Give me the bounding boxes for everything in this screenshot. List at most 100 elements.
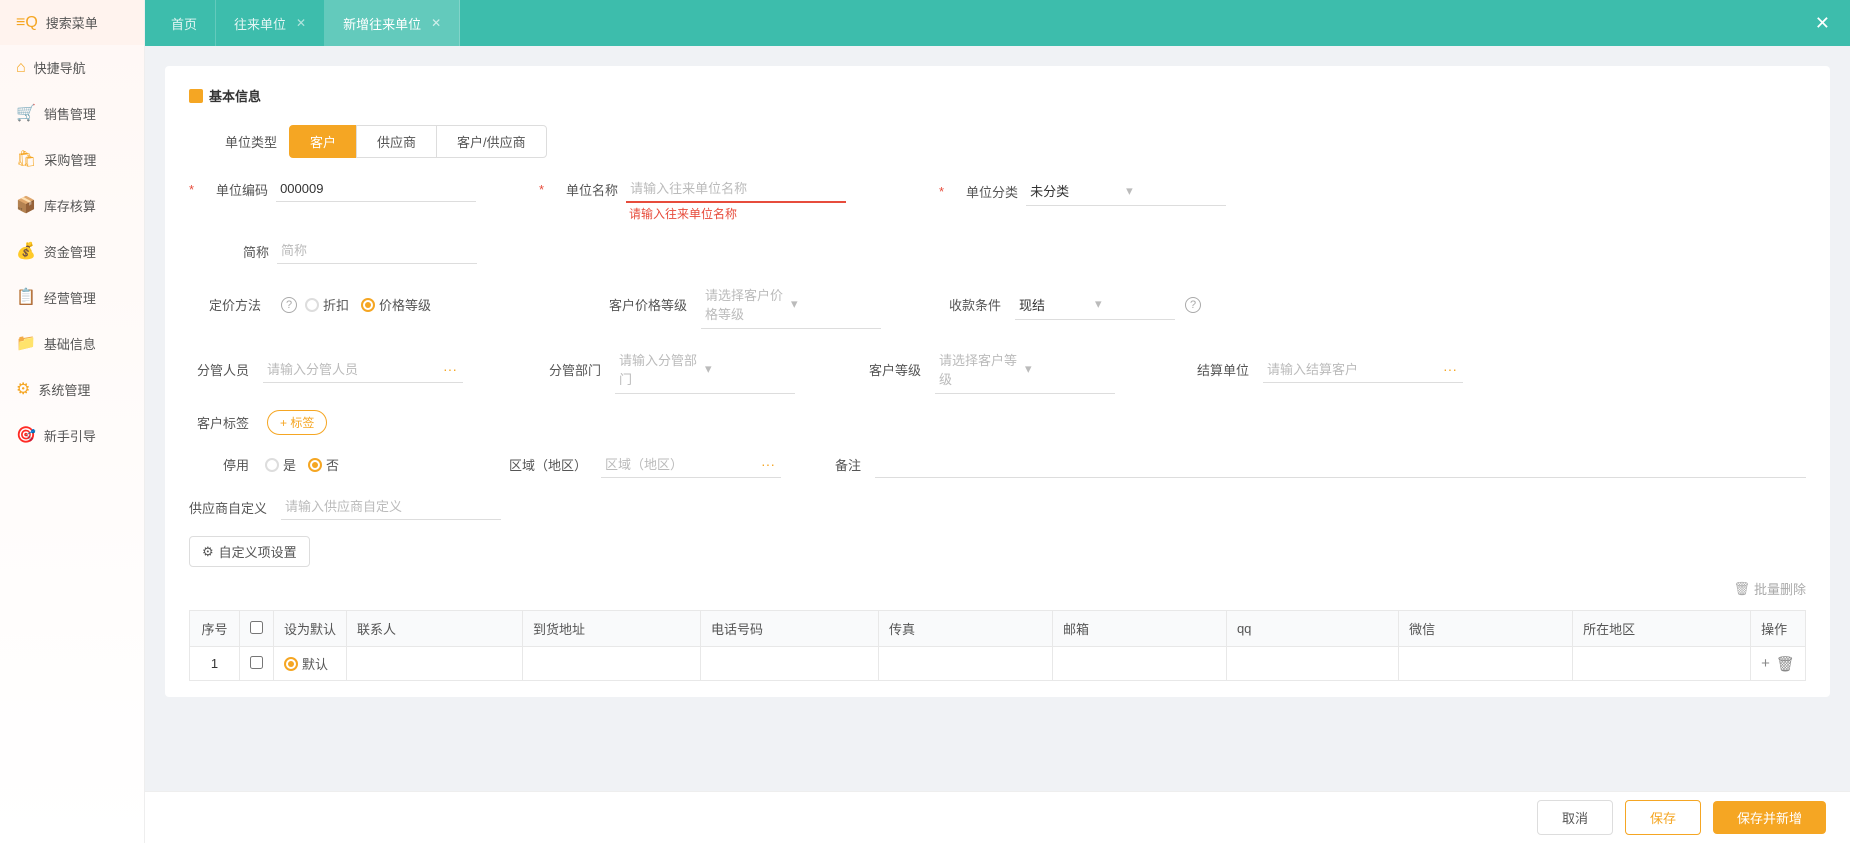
sidebar-item-basic-info[interactable]: 📁 基础信息 (0, 320, 144, 366)
fax-input[interactable] (889, 656, 1042, 671)
sidebar-item-operation[interactable]: 📋 经营管理 (0, 274, 144, 320)
tab-home-label: 首页 (171, 14, 197, 33)
add-tag-button[interactable]: + 标签 (267, 410, 327, 435)
tab-partner[interactable]: 往来单位 ✕ (216, 0, 325, 46)
radio-discount[interactable]: 折扣 (305, 295, 349, 314)
unit-category-select[interactable]: 未分类 ▾ (1026, 176, 1226, 206)
batch-delete-button[interactable]: 🗑 批量删除 (1733, 579, 1806, 598)
content-area: 基本信息 单位类型 客户 供应商 客户/供应商 * 单位编码 (145, 46, 1850, 843)
sidebar-item-guide[interactable]: 🎯 新手引导 (0, 412, 144, 458)
email-input[interactable] (1063, 656, 1216, 671)
unit-name-input[interactable] (626, 176, 846, 203)
custom-settings-label: 自定义项设置 (219, 542, 297, 561)
required-star: * (189, 182, 194, 197)
tabs-bar: 首页 往来单位 ✕ 新增往来单位 ✕ ✕ (145, 0, 1850, 46)
radio-no[interactable]: 否 (308, 455, 339, 474)
radio-default-dot (288, 661, 294, 667)
cancel-button[interactable]: 取消 (1537, 800, 1613, 835)
form-row-disabled: 停用 是 否 (189, 451, 1806, 478)
payment-help-icon[interactable]: ? (1185, 297, 1201, 313)
sidebar-item-inventory[interactable]: 📦 库存核算 (0, 182, 144, 228)
required-star-3: * (939, 184, 944, 199)
radio-default[interactable]: 默认 (284, 654, 336, 673)
manager-more-btn[interactable]: ··· (441, 361, 459, 377)
chevron-down-icon-2: ▾ (791, 296, 877, 312)
sidebar-item-finance[interactable]: 💰 资金管理 (0, 228, 144, 274)
btn-type-both[interactable]: 客户/供应商 (436, 125, 547, 158)
section-title-text: 基本信息 (209, 86, 261, 105)
address-input[interactable] (533, 656, 690, 671)
short-name-group: 简称 (189, 238, 539, 264)
col-check (240, 611, 274, 647)
billing-unit-input-wrap: ··· (1263, 356, 1463, 383)
custom-settings-button[interactable]: ⚙ 自定义项设置 (189, 536, 310, 567)
tab-home[interactable]: 首页 (153, 0, 216, 46)
delete-row-button[interactable]: 🗑 (1776, 655, 1795, 673)
remarks-input[interactable] (875, 452, 1806, 478)
payment-terms-select[interactable]: 现结 ▾ (1015, 290, 1175, 320)
billing-unit-group: 结算单位 ··· (1189, 356, 1569, 383)
region-group: 区域（地区） ··· (509, 451, 829, 478)
btn-type-supplier[interactable]: 供应商 (356, 125, 437, 158)
form-row-tags: 客户标签 + 标签 (189, 410, 1806, 435)
chevron-down-icon: ▾ (1126, 183, 1222, 199)
radio-yes[interactable]: 是 (265, 455, 296, 474)
purchase-icon: 🛍 (16, 149, 36, 169)
customer-price-level-select[interactable]: 请选择客户价格等级 ▾ (701, 280, 881, 329)
cell-action: + 🗑 (1751, 647, 1806, 681)
qq-input[interactable] (1237, 656, 1388, 671)
region-more-btn[interactable]: ··· (759, 456, 777, 472)
form-row-manager: 分管人员 ··· 分管部门 请输入分管部门 ▾ 客户等级 (189, 345, 1806, 394)
tab-new-partner[interactable]: 新增往来单位 ✕ (325, 0, 460, 46)
pricing-help-icon[interactable]: ? (281, 297, 297, 313)
sidebar-item-purchase[interactable]: 🛍 采购管理 (0, 136, 144, 182)
col-fax: 传真 (878, 611, 1052, 647)
tab-new-partner-close[interactable]: ✕ (431, 16, 441, 30)
remarks-label: 备注 (829, 455, 869, 474)
wechat-input[interactable] (1409, 656, 1562, 671)
save-button[interactable]: 保存 (1625, 800, 1701, 835)
radio-yes-circle (265, 458, 279, 472)
payment-terms-value: 现结 (1019, 295, 1095, 314)
sidebar-item-sales[interactable]: 🛒 销售管理 (0, 90, 144, 136)
radio-price-level[interactable]: 价格等级 (361, 295, 431, 314)
col-contact: 联系人 (347, 611, 523, 647)
billing-unit-input[interactable] (1267, 362, 1441, 377)
phone-input[interactable] (711, 656, 868, 671)
region-input[interactable] (605, 457, 759, 472)
row-checkbox[interactable] (250, 656, 263, 669)
basic-info-icon: 📁 (16, 333, 36, 353)
dept-select[interactable]: 请输入分管部门 ▾ (615, 345, 795, 394)
sidebar-item-label: 基础信息 (44, 334, 96, 353)
short-name-input[interactable] (277, 238, 477, 264)
radio-level-circle (361, 298, 375, 312)
payment-terms-group: 收款条件 现结 ▾ ? (949, 290, 1309, 320)
sidebar-item-system[interactable]: ⚙ 系统管理 (0, 366, 144, 412)
unit-code-input[interactable] (276, 176, 476, 202)
unit-type-btn-group: 客户 供应商 客户/供应商 (289, 125, 547, 158)
save-new-button[interactable]: 保存并新增 (1713, 801, 1826, 834)
supplier-custom-input[interactable] (281, 494, 501, 520)
close-all-tabs[interactable]: ✕ (1803, 13, 1842, 34)
main-content: 首页 往来单位 ✕ 新增往来单位 ✕ ✕ 基本信息 单位类型 客户 供应商 (145, 0, 1850, 843)
table-header-row: 序号 设为默认 联系人 到货地址 电话号码 传真 邮箱 qq 微信 所在地区 (190, 611, 1806, 647)
add-row-button[interactable]: + (1761, 655, 1770, 672)
radio-no-label: 否 (326, 455, 339, 474)
sidebar-item-search[interactable]: ≡Q 搜索菜单 (0, 0, 144, 45)
sidebar-item-label: 搜索菜单 (46, 13, 98, 32)
cell-region-input[interactable] (1583, 656, 1740, 671)
sidebar-item-quick-nav[interactable]: ⌂ 快捷导航 (0, 45, 144, 90)
unit-code-label: 单位编码 (196, 180, 276, 199)
radio-level-label: 价格等级 (379, 295, 431, 314)
sidebar-item-label: 库存核算 (44, 196, 96, 215)
radio-default-circle (284, 657, 298, 671)
search-icon: ≡Q (16, 14, 38, 32)
btn-type-customer[interactable]: 客户 (289, 125, 357, 158)
customer-level-select[interactable]: 请选择客户等级 ▾ (935, 345, 1115, 394)
billing-unit-more-btn[interactable]: ··· (1441, 361, 1459, 377)
contact-input[interactable] (357, 656, 512, 671)
select-all-checkbox[interactable] (250, 621, 263, 634)
tab-partner-close[interactable]: ✕ (296, 16, 306, 30)
disabled-radio-group: 是 否 (265, 455, 339, 474)
manager-input[interactable] (267, 362, 441, 377)
